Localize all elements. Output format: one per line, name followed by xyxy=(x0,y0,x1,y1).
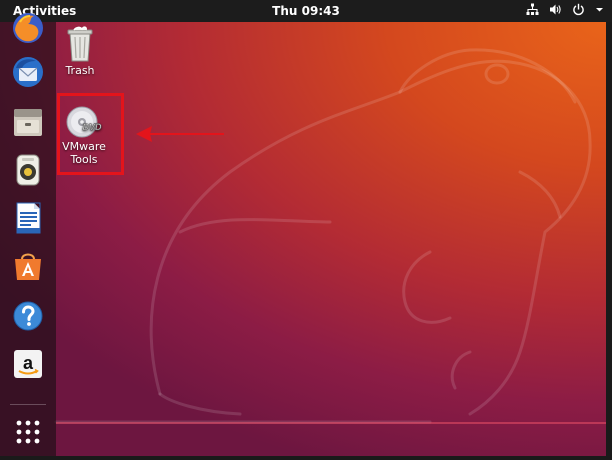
files-icon xyxy=(14,109,42,136)
top-bar: Activities Thu 09:43 xyxy=(0,0,612,22)
pointer-arrow xyxy=(136,126,224,142)
rhythmbox-icon xyxy=(16,154,40,186)
firefox-icon xyxy=(13,13,43,43)
beaver-outline-wallpaper xyxy=(54,48,592,424)
desktop-icon-trash[interactable]: Trash xyxy=(48,26,112,77)
dock-item-writer[interactable] xyxy=(8,198,48,238)
chevron-down-icon[interactable] xyxy=(595,3,604,16)
system-tray[interactable] xyxy=(526,3,604,16)
desktop-icon-label: Trash xyxy=(65,64,95,77)
svg-text:a: a xyxy=(23,353,34,373)
ubuntu-desktop-screen: Activities Thu 09:43 a Trash DVD VMware … xyxy=(0,0,612,460)
dock-item-firefox[interactable] xyxy=(8,8,48,48)
desktop-wallpaper[interactable] xyxy=(0,22,606,456)
volume-icon[interactable] xyxy=(549,3,562,16)
frame-border-right xyxy=(606,22,612,460)
network-icon[interactable] xyxy=(526,3,539,16)
dock: a xyxy=(0,13,56,456)
dock-item-help[interactable] xyxy=(8,296,48,336)
dock-item-thunderbird[interactable] xyxy=(8,52,48,92)
highlight-box xyxy=(57,93,124,175)
libreoffice-writer-icon xyxy=(16,202,41,234)
dock-item-files[interactable] xyxy=(8,102,48,142)
clock[interactable]: Thu 09:43 xyxy=(0,4,612,18)
dock-item-show-applications[interactable] xyxy=(8,412,48,452)
frame-border-bottom xyxy=(0,456,612,460)
thunderbird-icon xyxy=(13,57,43,87)
trash-icon xyxy=(67,26,93,62)
help-icon xyxy=(13,301,43,331)
dock-item-amazon[interactable]: a xyxy=(8,344,48,384)
dock-separator xyxy=(10,404,46,405)
wallpaper-ground-line xyxy=(56,422,606,424)
show-applications-icon xyxy=(16,420,40,444)
software-center-icon xyxy=(15,253,41,280)
dock-item-rhythmbox[interactable] xyxy=(8,150,48,190)
dock-item-software[interactable] xyxy=(8,246,48,286)
power-icon[interactable] xyxy=(572,3,585,16)
amazon-icon: a xyxy=(14,350,42,378)
